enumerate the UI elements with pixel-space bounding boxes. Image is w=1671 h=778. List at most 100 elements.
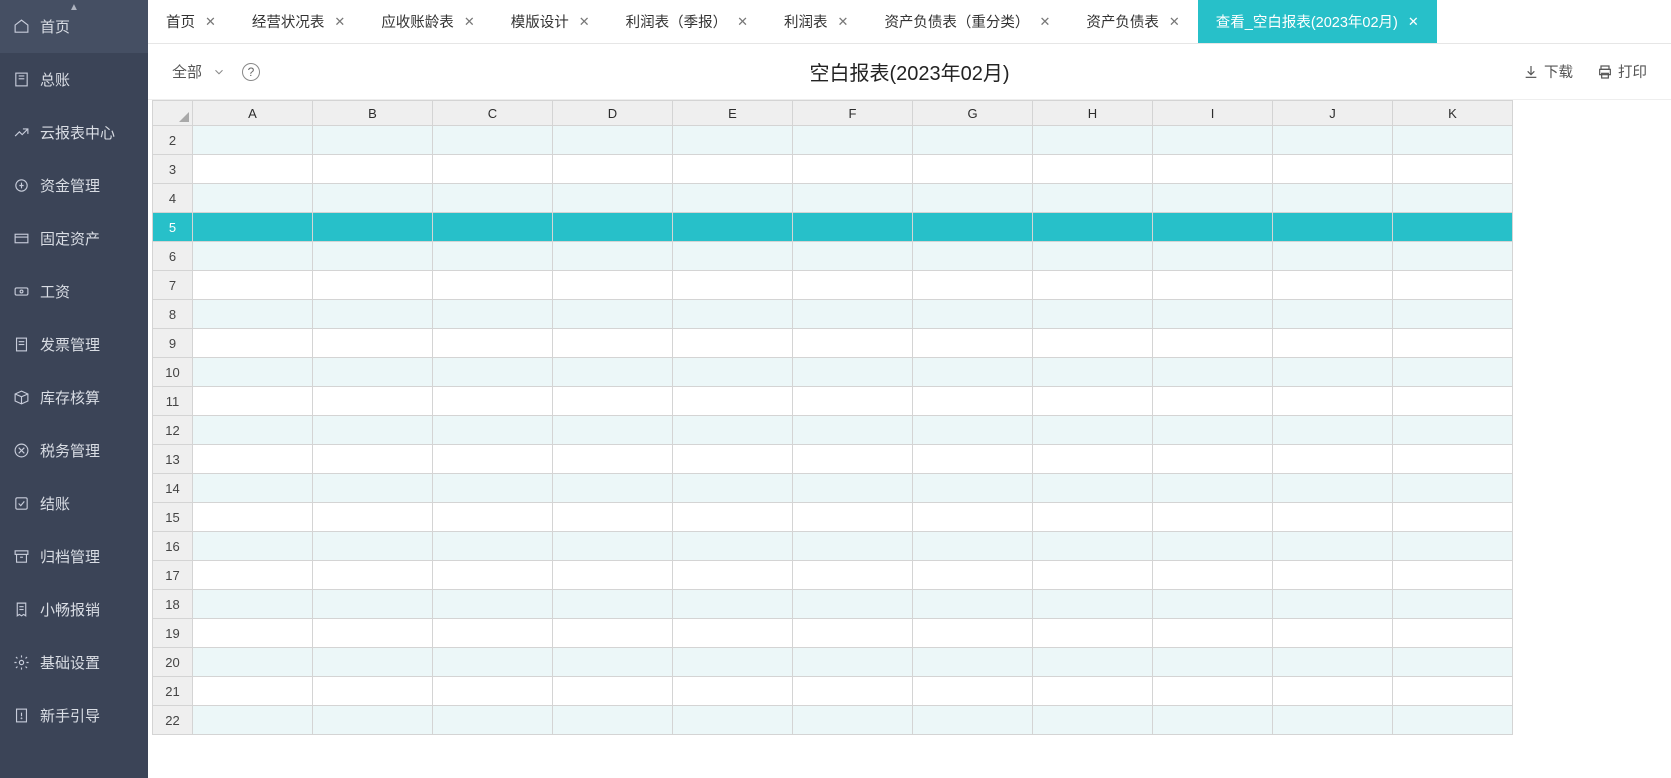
cell[interactable]: [433, 242, 553, 271]
cell[interactable]: [1033, 126, 1153, 155]
row-header-21[interactable]: 21: [153, 677, 193, 706]
cell[interactable]: [553, 706, 673, 735]
cell[interactable]: [193, 619, 313, 648]
row-header-16[interactable]: 16: [153, 532, 193, 561]
cell[interactable]: [673, 358, 793, 387]
cell[interactable]: [793, 300, 913, 329]
cell[interactable]: [193, 706, 313, 735]
spreadsheet-area[interactable]: ABCDEFGHIJK 2345678910111213141516171819…: [148, 100, 1671, 778]
cell[interactable]: [913, 445, 1033, 474]
cell[interactable]: [1033, 329, 1153, 358]
cell[interactable]: [1033, 271, 1153, 300]
close-icon[interactable]: ✕: [1039, 14, 1050, 30]
cell[interactable]: [433, 590, 553, 619]
cell[interactable]: [913, 155, 1033, 184]
cell[interactable]: [553, 561, 673, 590]
cell[interactable]: [433, 474, 553, 503]
cell[interactable]: [1393, 503, 1513, 532]
cell[interactable]: [1273, 706, 1393, 735]
cell[interactable]: [793, 706, 913, 735]
cell[interactable]: [913, 503, 1033, 532]
cell[interactable]: [913, 329, 1033, 358]
cell[interactable]: [313, 561, 433, 590]
column-header-C[interactable]: C: [433, 101, 553, 126]
cell[interactable]: [673, 213, 793, 242]
cell[interactable]: [553, 619, 673, 648]
cell[interactable]: [793, 474, 913, 503]
row-header-10[interactable]: 10: [153, 358, 193, 387]
cell[interactable]: [313, 532, 433, 561]
cell[interactable]: [1273, 503, 1393, 532]
cell[interactable]: [913, 561, 1033, 590]
cell[interactable]: [793, 242, 913, 271]
cell[interactable]: [313, 329, 433, 358]
cell[interactable]: [193, 416, 313, 445]
cell[interactable]: [1393, 271, 1513, 300]
cell[interactable]: [313, 126, 433, 155]
sidebar-item-inventory[interactable]: 库存核算: [0, 371, 148, 424]
close-icon[interactable]: ✕: [1408, 14, 1419, 30]
cell[interactable]: [1273, 648, 1393, 677]
close-icon[interactable]: ✕: [579, 14, 590, 30]
cell[interactable]: [193, 677, 313, 706]
cell[interactable]: [1393, 358, 1513, 387]
cell[interactable]: [1033, 532, 1153, 561]
cell[interactable]: [1153, 329, 1273, 358]
cell[interactable]: [673, 300, 793, 329]
cell[interactable]: [1393, 445, 1513, 474]
cell[interactable]: [1033, 184, 1153, 213]
cell[interactable]: [1033, 358, 1153, 387]
cell[interactable]: [913, 677, 1033, 706]
sidebar-item-salary[interactable]: 工资: [0, 265, 148, 318]
cell[interactable]: [433, 532, 553, 561]
cell[interactable]: [1033, 242, 1153, 271]
column-header-B[interactable]: B: [313, 101, 433, 126]
cell[interactable]: [1153, 677, 1273, 706]
cell[interactable]: [913, 126, 1033, 155]
cell[interactable]: [313, 503, 433, 532]
cell[interactable]: [1393, 184, 1513, 213]
column-header-E[interactable]: E: [673, 101, 793, 126]
cell[interactable]: [433, 358, 553, 387]
cell[interactable]: [193, 213, 313, 242]
cell[interactable]: [1033, 300, 1153, 329]
cell[interactable]: [553, 242, 673, 271]
cell[interactable]: [673, 445, 793, 474]
cell[interactable]: [553, 445, 673, 474]
cell[interactable]: [1273, 155, 1393, 184]
cell[interactable]: [673, 271, 793, 300]
cell[interactable]: [1273, 445, 1393, 474]
cell[interactable]: [433, 155, 553, 184]
row-header-8[interactable]: 8: [153, 300, 193, 329]
cell[interactable]: [793, 677, 913, 706]
close-icon[interactable]: ✕: [1169, 14, 1180, 30]
cell[interactable]: [433, 300, 553, 329]
cell[interactable]: [1033, 474, 1153, 503]
cell[interactable]: [313, 213, 433, 242]
sidebar-item-asset[interactable]: 固定资产: [0, 212, 148, 265]
cell[interactable]: [193, 271, 313, 300]
sidebar-item-funds[interactable]: 资金管理: [0, 159, 148, 212]
cell[interactable]: [553, 300, 673, 329]
column-header-K[interactable]: K: [1393, 101, 1513, 126]
row-header-6[interactable]: 6: [153, 242, 193, 271]
cell[interactable]: [1153, 590, 1273, 619]
cell[interactable]: [313, 242, 433, 271]
cell[interactable]: [793, 126, 913, 155]
cell[interactable]: [313, 387, 433, 416]
cell[interactable]: [313, 184, 433, 213]
cell[interactable]: [1033, 561, 1153, 590]
cell[interactable]: [433, 329, 553, 358]
cell[interactable]: [913, 416, 1033, 445]
cell[interactable]: [193, 590, 313, 619]
cell[interactable]: [793, 358, 913, 387]
cell[interactable]: [1393, 242, 1513, 271]
cell[interactable]: [793, 503, 913, 532]
cell[interactable]: [433, 126, 553, 155]
cell[interactable]: [1153, 184, 1273, 213]
cell[interactable]: [1273, 474, 1393, 503]
cell[interactable]: [673, 561, 793, 590]
cell[interactable]: [793, 416, 913, 445]
cell[interactable]: [193, 648, 313, 677]
cell[interactable]: [913, 387, 1033, 416]
